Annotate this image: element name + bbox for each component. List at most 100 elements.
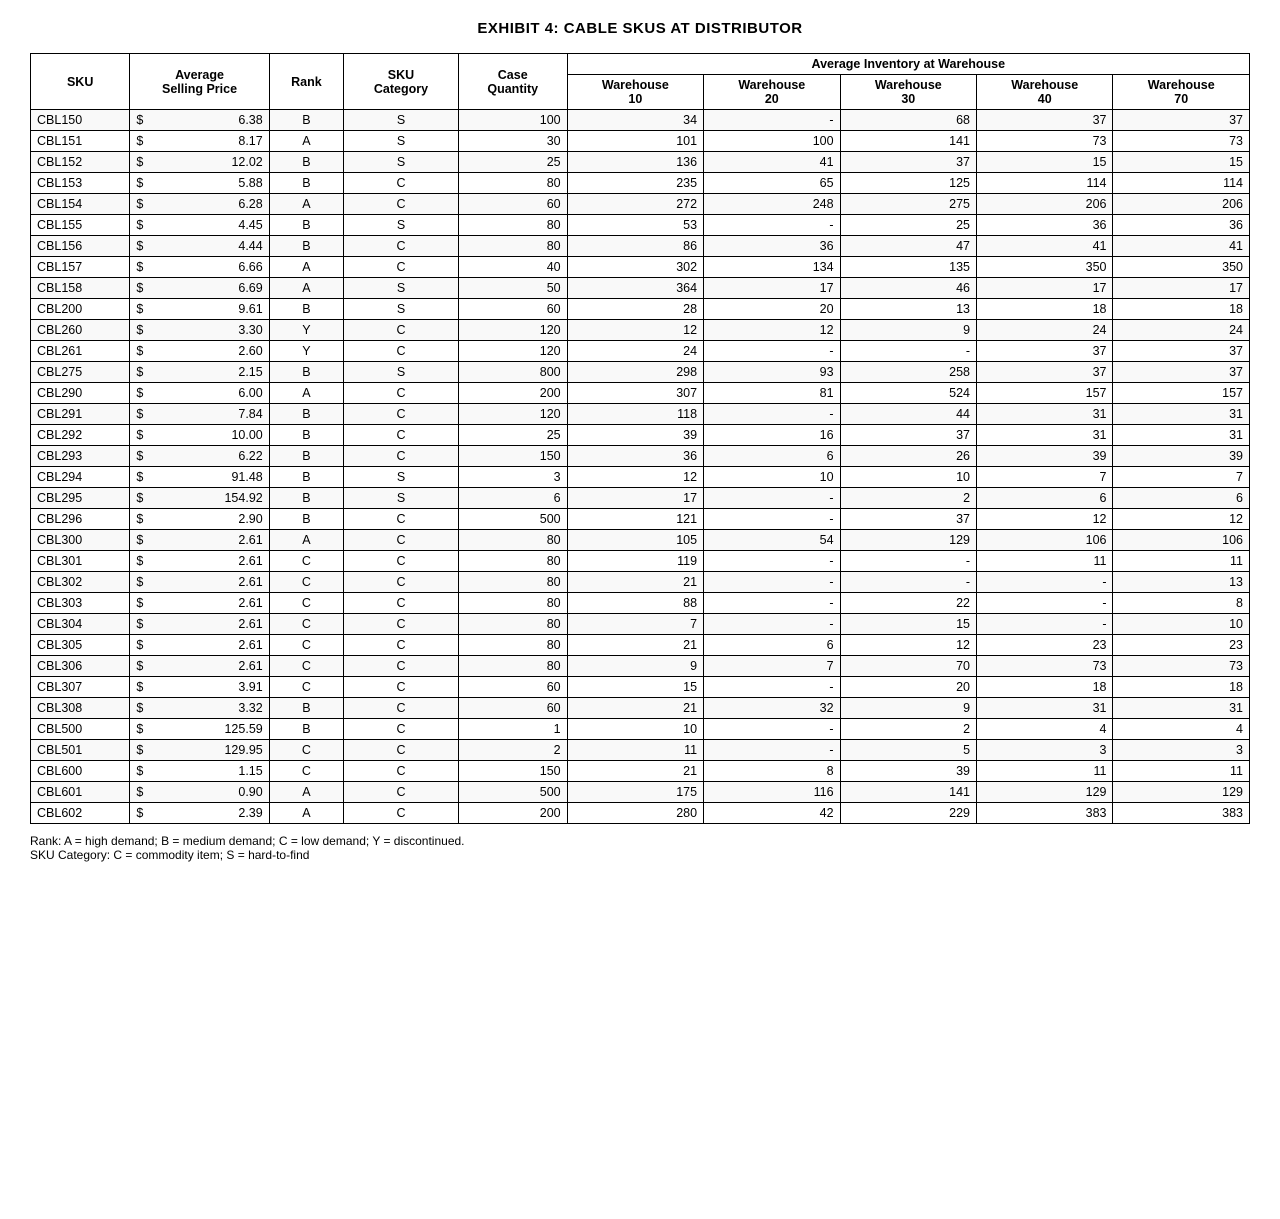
cell: B: [269, 236, 343, 257]
cell: 40: [458, 257, 567, 278]
cell: 80: [458, 530, 567, 551]
cell: -: [704, 509, 840, 530]
cell: 1: [458, 719, 567, 740]
cell: 31: [1113, 698, 1250, 719]
cell: 8: [704, 761, 840, 782]
table-row: CBL293$6.22BC150366263939: [31, 446, 1250, 467]
table-row: CBL158$6.69AS5036417461717: [31, 278, 1250, 299]
cell: 6.69: [145, 278, 269, 299]
cell: 53: [567, 215, 703, 236]
cell: $: [130, 236, 145, 257]
cell: $: [130, 488, 145, 509]
cell: 105: [567, 530, 703, 551]
top-header-row: SKU AverageSelling Price Rank SKUCategor…: [31, 54, 1250, 75]
cell: -: [977, 593, 1113, 614]
cell: 9: [567, 656, 703, 677]
cell: -: [704, 614, 840, 635]
cell: 21: [567, 635, 703, 656]
cell: 37: [840, 152, 976, 173]
cell: 4.44: [145, 236, 269, 257]
cell: 37: [977, 341, 1113, 362]
cell: A: [269, 257, 343, 278]
cell: C: [344, 761, 459, 782]
cell: 200: [458, 803, 567, 824]
cell: 47: [840, 236, 976, 257]
page-title: EXHIBIT 4: CABLE SKUS AT DISTRIBUTOR: [30, 20, 1250, 37]
cell: 36: [567, 446, 703, 467]
cell: 68: [840, 110, 976, 131]
cell: 60: [458, 698, 567, 719]
cell: 86: [567, 236, 703, 257]
cell: 350: [977, 257, 1113, 278]
cell: 119: [567, 551, 703, 572]
cell: 3.30: [145, 320, 269, 341]
table-wrapper: SKU AverageSelling Price Rank SKUCategor…: [30, 53, 1250, 824]
cell: 3.91: [145, 677, 269, 698]
cell: 42: [704, 803, 840, 824]
cell: 46: [840, 278, 976, 299]
cell: B: [269, 446, 343, 467]
cell: $: [130, 572, 145, 593]
cell: 11: [567, 740, 703, 761]
cell: $: [130, 593, 145, 614]
cell: A: [269, 194, 343, 215]
cell: 60: [458, 194, 567, 215]
cell: 106: [977, 530, 1113, 551]
cell: 9: [840, 698, 976, 719]
cell: C: [344, 551, 459, 572]
cell: 21: [567, 761, 703, 782]
cell: 41: [977, 236, 1113, 257]
cell: 25: [840, 215, 976, 236]
cell: 5.88: [145, 173, 269, 194]
cell: 37: [977, 362, 1113, 383]
cell: Y: [269, 320, 343, 341]
cell: 120: [458, 320, 567, 341]
col-wh10: Warehouse10: [567, 75, 703, 110]
cell: 54: [704, 530, 840, 551]
cell: A: [269, 530, 343, 551]
cell: 10: [567, 719, 703, 740]
cell: 3: [458, 467, 567, 488]
cell: 275: [840, 194, 976, 215]
cell: 3: [977, 740, 1113, 761]
cell: -: [704, 740, 840, 761]
cell: -: [704, 215, 840, 236]
cell: 206: [1113, 194, 1250, 215]
table-row: CBL300$2.61AC8010554129106106: [31, 530, 1250, 551]
cell: 157: [977, 383, 1113, 404]
cell: 4: [977, 719, 1113, 740]
cell: 11: [977, 761, 1113, 782]
cell: B: [269, 719, 343, 740]
cell: $: [130, 110, 145, 131]
cell: 100: [458, 110, 567, 131]
cell: 13: [1113, 572, 1250, 593]
cell: $: [130, 341, 145, 362]
table-row: CBL261$2.60YC12024--3737: [31, 341, 1250, 362]
cell: $: [130, 446, 145, 467]
table-row: CBL292$10.00BC253916373131: [31, 425, 1250, 446]
cell: 129.95: [145, 740, 269, 761]
cell: C: [269, 740, 343, 761]
cell: 129: [1113, 782, 1250, 803]
cell: B: [269, 362, 343, 383]
cell: S: [344, 362, 459, 383]
table-row: CBL260$3.30YC120121292424: [31, 320, 1250, 341]
cell: 24: [977, 320, 1113, 341]
cell: A: [269, 782, 343, 803]
cell: 11: [1113, 551, 1250, 572]
cell: 18: [1113, 299, 1250, 320]
cell: 6: [704, 635, 840, 656]
cell: -: [840, 341, 976, 362]
cell: 22: [840, 593, 976, 614]
cell: 2.61: [145, 635, 269, 656]
cell: 15: [840, 614, 976, 635]
table-row: CBL153$5.88BC8023565125114114: [31, 173, 1250, 194]
cell: 101: [567, 131, 703, 152]
cell: 175: [567, 782, 703, 803]
cell: -: [704, 593, 840, 614]
cell: 114: [977, 173, 1113, 194]
cell: 73: [977, 131, 1113, 152]
cell: 134: [704, 257, 840, 278]
cell: 37: [1113, 341, 1250, 362]
cell: 4.45: [145, 215, 269, 236]
